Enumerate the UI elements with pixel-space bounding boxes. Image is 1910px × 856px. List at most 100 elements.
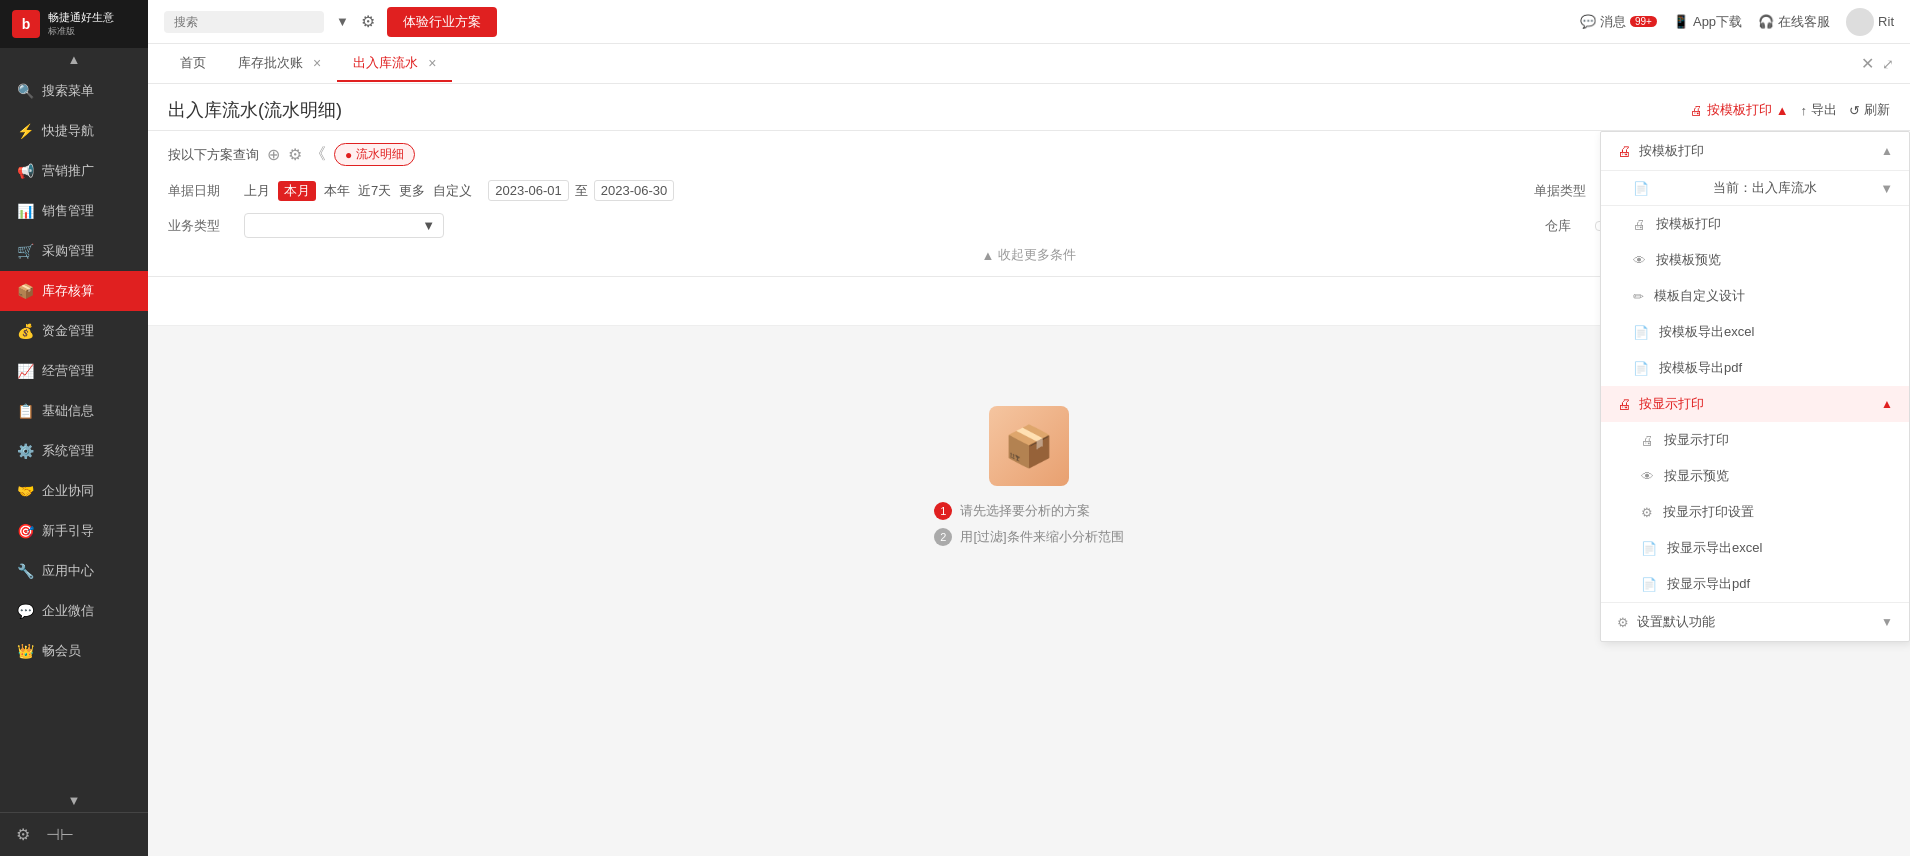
print-template-button[interactable]: 🖨 按模板打印 ▲: [1690, 101, 1789, 119]
date-tab-7days[interactable]: 近7天: [358, 182, 391, 200]
dp-current[interactable]: 📄 当前：出入库流水 ▼: [1601, 171, 1909, 206]
date-range-end[interactable]: 2023-06-30: [594, 180, 675, 201]
topbar-dropdown-icon[interactable]: ▼: [336, 14, 349, 29]
print-icon: 🖨: [1690, 103, 1703, 118]
message-icon: 💬: [1580, 14, 1596, 29]
customer-service-button[interactable]: 🎧 在线客服: [1758, 13, 1830, 31]
collapse-more-button[interactable]: ▲ 收起更多条件: [982, 246, 1077, 264]
tab-batch-account[interactable]: 库存批次账 ×: [222, 46, 337, 82]
sidebar-item-label: 企业协同: [42, 482, 94, 500]
tab-inout-flow[interactable]: 出入库流水 ×: [337, 46, 452, 82]
settings-icon[interactable]: ⚙: [16, 825, 30, 844]
dp-item-preview-icon: 👁: [1633, 253, 1646, 268]
tab-inout-flow-close[interactable]: ×: [428, 55, 436, 71]
dp-sub-preview-icon: 👁: [1641, 469, 1654, 484]
sidebar-item-operation[interactable]: 📈 经营管理: [0, 351, 148, 391]
collapse-sidebar-icon[interactable]: ⊣⊢: [46, 825, 74, 844]
dp-item-template-preview[interactable]: 👁 按模板预览: [1601, 242, 1909, 278]
dp-section-chevron-icon: ▲: [1881, 397, 1893, 411]
dp-sub-item-display-print[interactable]: 🖨 按显示打印: [1601, 422, 1909, 458]
date-range: 2023-06-01 至 2023-06-30: [488, 180, 674, 201]
export-icon: ↑: [1801, 103, 1808, 118]
refresh-button[interactable]: ↺ 刷新: [1849, 101, 1890, 119]
dp-section-display-print[interactable]: 🖨 按显示打印 ▲: [1601, 386, 1909, 422]
customer-service-label: 在线客服: [1778, 13, 1830, 31]
dp-item-template-design-label: 模板自定义设计: [1654, 287, 1745, 305]
print-template-label: 按模板打印: [1707, 101, 1772, 119]
page-actions: 🖨 按模板打印 ▲ ↑ 导出 ↺ 刷新: [1690, 101, 1890, 119]
dp-item-template-design[interactable]: ✏ 模板自定义设计: [1601, 278, 1909, 314]
dp-sub-item-display-export-excel[interactable]: 📄 按显示导出excel: [1601, 530, 1909, 566]
business-type-select[interactable]: ▼: [244, 213, 444, 238]
sidebar-scroll-up[interactable]: ▲: [0, 48, 148, 71]
topbar: ▼ ⚙ 体验行业方案 💬 消息 99+ 📱 App下载 🎧 在线客服 Rit: [148, 0, 1910, 44]
apps-icon: 🔧: [16, 563, 34, 579]
sidebar-item-marketing[interactable]: 📢 营销推广: [0, 151, 148, 191]
message-badge: 99+: [1630, 16, 1657, 27]
dp-item-template-export-pdf[interactable]: 📄 按模板导出pdf: [1601, 350, 1909, 386]
app-download-button[interactable]: 📱 App下载: [1673, 13, 1742, 31]
sidebar-item-sales[interactable]: 📊 销售管理: [0, 191, 148, 231]
topbar-search-input[interactable]: [164, 11, 324, 33]
tab-home[interactable]: 首页: [164, 46, 222, 82]
dp-section-print-icon: 🖨: [1617, 396, 1631, 412]
hint-num-2: 2: [934, 528, 952, 546]
sidebar-nav: 🔍 搜索菜单 ⚡ 快捷导航 📢 营销推广 📊 销售管理 🛒 采购管理 📦 库存核…: [0, 71, 148, 789]
dp-sub-print-icon: 🖨: [1641, 433, 1654, 448]
sales-icon: 📊: [16, 203, 34, 219]
dp-header: 🖨 按模板打印 ▲: [1601, 132, 1909, 171]
sidebar-item-quicknav[interactable]: ⚡ 快捷导航: [0, 111, 148, 151]
date-range-start[interactable]: 2023-06-01: [488, 180, 569, 201]
sidebar-item-member[interactable]: 👑 畅会员: [0, 631, 148, 671]
sidebar-scroll-down[interactable]: ▼: [0, 789, 148, 812]
window-close-button[interactable]: ✕: [1861, 54, 1874, 73]
filter-collapse-button[interactable]: 《: [310, 144, 326, 165]
dp-sub-item-display-preview[interactable]: 👁 按显示预览: [1601, 458, 1909, 494]
sidebar-item-wechat[interactable]: 💬 企业微信: [0, 591, 148, 631]
date-tab-lastmonth[interactable]: 上月: [244, 182, 270, 200]
message-button[interactable]: 💬 消息 99+: [1580, 13, 1657, 31]
filter-add-button[interactable]: ⊕: [267, 145, 280, 164]
dp-sub-display-preview-label: 按显示预览: [1664, 467, 1729, 485]
topbar-right: 💬 消息 99+ 📱 App下载 🎧 在线客服 Rit: [1580, 8, 1894, 36]
dp-footer-label: 设置默认功能: [1637, 613, 1715, 631]
sidebar-item-finance[interactable]: 💰 资金管理: [0, 311, 148, 351]
message-label: 消息: [1600, 13, 1626, 31]
date-range-separator: 至: [575, 182, 588, 200]
dp-item-template-print[interactable]: 🖨 按模板打印: [1601, 206, 1909, 242]
sidebar-item-system[interactable]: ⚙️ 系统管理: [0, 431, 148, 471]
date-tab-thisyear[interactable]: 本年: [324, 182, 350, 200]
topbar-gear-icon[interactable]: ⚙: [361, 12, 375, 31]
date-tab-thismonth[interactable]: 本月: [278, 181, 316, 201]
dp-header-label: 按模板打印: [1639, 142, 1704, 160]
sidebar-item-search[interactable]: 🔍 搜索菜单: [0, 71, 148, 111]
content-area: 按以下方案查询 ⊕ ⚙ 《 ● 流水明细 单据日期 上月 本: [148, 131, 1910, 856]
export-button[interactable]: ↑ 导出: [1801, 101, 1838, 119]
dp-header-print-icon: 🖨: [1617, 143, 1631, 159]
date-tab-custom[interactable]: 自定义: [433, 182, 472, 200]
sidebar-item-inventory[interactable]: 📦 库存核算: [0, 271, 148, 311]
tab-batch-account-close[interactable]: ×: [313, 55, 321, 71]
content-inner: 按以下方案查询 ⊕ ⚙ 《 ● 流水明细 单据日期 上月 本: [148, 131, 1910, 856]
filter-title: 按以下方案查询: [168, 146, 259, 164]
avatar: [1846, 8, 1874, 36]
sidebar-item-guide[interactable]: 🎯 新手引导: [0, 511, 148, 551]
sidebar-item-cooperation[interactable]: 🤝 企业协同: [0, 471, 148, 511]
dp-sub-item-display-export-pdf[interactable]: 📄 按显示导出pdf: [1601, 566, 1909, 602]
user-profile[interactable]: Rit: [1846, 8, 1894, 36]
filter-setting-button[interactable]: ⚙: [288, 145, 302, 164]
dp-footer-settings-icon: ⚙: [1617, 615, 1629, 630]
sidebar-item-purchase[interactable]: 🛒 采购管理: [0, 231, 148, 271]
dp-item-template-export-excel[interactable]: 📄 按模板导出excel: [1601, 314, 1909, 350]
dp-sub-display-settings-label: 按显示打印设置: [1663, 503, 1754, 521]
purchase-icon: 🛒: [16, 243, 34, 259]
topbar-cta-button[interactable]: 体验行业方案: [387, 7, 497, 37]
sidebar-item-basic[interactable]: 📋 基础信息: [0, 391, 148, 431]
sidebar-item-apps[interactable]: 🔧 应用中心: [0, 551, 148, 591]
dp-sub-item-display-print-settings[interactable]: ⚙ 按显示打印设置: [1601, 494, 1909, 530]
window-expand-button[interactable]: ⤢: [1882, 56, 1894, 72]
dp-sub-settings-icon: ⚙: [1641, 505, 1653, 520]
filter-active-tag[interactable]: ● 流水明细: [334, 143, 415, 166]
date-tab-more[interactable]: 更多: [399, 182, 425, 200]
dp-footer[interactable]: ⚙ 设置默认功能 ▼: [1601, 602, 1909, 641]
